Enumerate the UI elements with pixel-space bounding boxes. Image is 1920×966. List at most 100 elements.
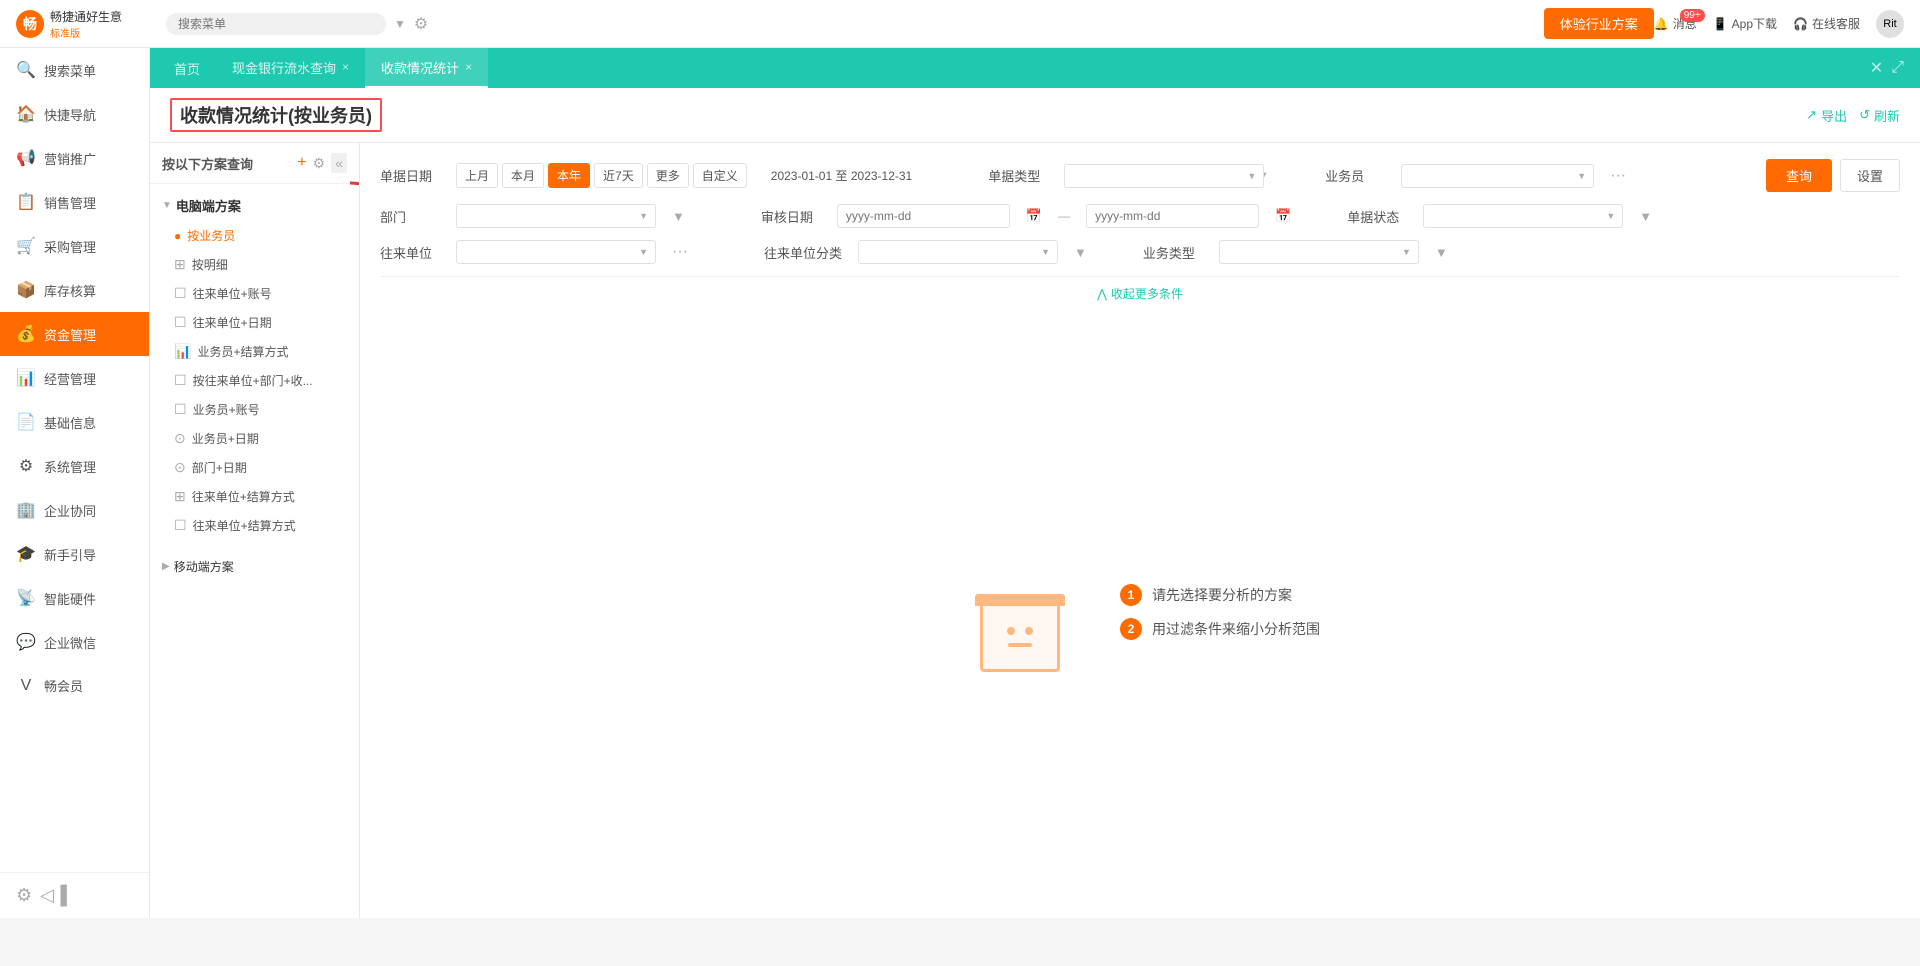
audit-date-to[interactable] — [1086, 204, 1259, 228]
header-right: 🔔 消息 99+ 📱 App下载 🎧 在线客服 Rit — [1654, 10, 1904, 38]
filter-buttons: 查询 设置 — [1766, 159, 1900, 192]
sidebar-item-system[interactable]: ⚙ 系统管理 — [0, 444, 149, 488]
basic-info-icon: 📄 — [16, 412, 36, 432]
page-title-bar: 收款情况统计(按业务员) ↗ 导出 ↺ 刷新 — [150, 88, 1920, 143]
sidebar-item-member[interactable]: V 畅会员 — [0, 664, 149, 707]
audit-date-from[interactable] — [837, 204, 1010, 228]
phone-icon: 📱 — [1713, 17, 1728, 31]
date-btn-7days[interactable]: 近7天 — [594, 163, 643, 188]
scheme-item-partner-settle2[interactable]: ☐ 往来单位+结算方式 — [150, 511, 359, 540]
partner-more-icon[interactable]: ··· — [672, 243, 688, 261]
sidebar-item-label: 快捷导航 — [44, 105, 96, 124]
dept-input[interactable] — [456, 204, 656, 228]
sidebar-item-iot[interactable]: 📡 智能硬件 — [0, 576, 149, 620]
salesperson-select-wrapper — [1401, 164, 1594, 188]
sidebar-item-enterprise[interactable]: 🏢 企业协同 — [0, 488, 149, 532]
dept-label: 部门 — [380, 207, 440, 226]
collapse-scheme-icon[interactable]: « — [331, 153, 347, 173]
sidebar-item-search-menu[interactable]: 🔍 搜索菜单 — [0, 48, 149, 92]
filter-collapse-button[interactable]: ⋀ 收起更多条件 — [380, 276, 1900, 310]
audit-date-to-icon[interactable]: 📅 — [1275, 208, 1291, 224]
dropdown-arrow-icon[interactable]: ▼ — [394, 17, 406, 31]
collapse-sidebar-icon[interactable]: ◁▐ — [40, 885, 67, 906]
partner-category-label: 往来单位分类 — [764, 243, 842, 262]
close-all-icon[interactable]: ✕ — [1870, 58, 1883, 78]
sidebar-item-purchase[interactable]: 🛒 采购管理 — [0, 224, 149, 268]
trial-button[interactable]: 体验行业方案 — [1544, 8, 1654, 39]
search-input[interactable] — [166, 13, 386, 35]
maximize-icon[interactable]: ⤢ — [1891, 59, 1904, 77]
scheme-group-desktop-title[interactable]: ▼ 电脑端方案 — [150, 190, 359, 221]
member-icon: V — [16, 677, 36, 695]
scheme-settings-icon[interactable]: ⚙ — [313, 155, 326, 172]
sidebar-item-finance[interactable]: 💰 资金管理 — [0, 312, 149, 356]
partner-settle2-icon: ☐ — [174, 517, 187, 534]
doc-status-input[interactable] — [1423, 204, 1623, 228]
business-type-dropdown-icon: ▼ — [1435, 245, 1448, 260]
scheme-item-partner-dept[interactable]: ☐ 按往来单位+部门+收... — [150, 366, 359, 395]
sidebar-item-sales[interactable]: 📋 销售管理 — [0, 180, 149, 224]
settings-icon[interactable]: ⚙ — [414, 14, 428, 34]
sidebar-item-inventory[interactable]: 📦 库存核算 — [0, 268, 149, 312]
salesperson-input[interactable] — [1401, 164, 1594, 188]
partner-label: 往来单位 — [380, 243, 440, 262]
setting-button[interactable]: 设置 — [1840, 159, 1900, 192]
export-button[interactable]: ↗ 导出 — [1806, 106, 1847, 125]
online-service-button[interactable]: 🎧 在线客服 — [1793, 15, 1860, 32]
scheme-group-desktop: ▼ 电脑端方案 ● 按业务员 ⊞ 按明细 ☐ 往 — [150, 184, 359, 546]
doc-type-select[interactable] — [1064, 164, 1264, 188]
user-avatar[interactable]: Rit — [1876, 10, 1904, 38]
scheme-item-partner-date[interactable]: ☐ 往来单位+日期 — [150, 308, 359, 337]
tab-collection[interactable]: 收款情况统计 × — [365, 48, 488, 88]
notification-button[interactable]: 🔔 消息 99+ — [1654, 15, 1697, 32]
tab-home[interactable]: 首页 — [158, 48, 216, 88]
scheme-item-by-detail[interactable]: ⊞ 按明细 — [150, 250, 359, 279]
app-download-button[interactable]: 📱 App下载 — [1713, 15, 1777, 32]
refresh-icon: ↺ — [1859, 107, 1870, 123]
partner-category-input[interactable] — [858, 240, 1058, 264]
sidebar-item-marketing[interactable]: 📢 营销推广 — [0, 136, 149, 180]
sidebar-item-wechat[interactable]: 💬 企业微信 — [0, 620, 149, 664]
tab-bank-flow[interactable]: 现金银行流水查询 × — [216, 48, 365, 88]
step-num-2: 2 — [1120, 618, 1142, 640]
sidebar-item-quick-nav[interactable]: 🏠 快捷导航 — [0, 92, 149, 136]
sidebar-item-operations[interactable]: 📊 经营管理 — [0, 356, 149, 400]
scheme-item-partner-settle1[interactable]: ⊞ 往来单位+结算方式 — [150, 482, 359, 511]
filter-row-date: 单据日期 上月 本月 本年 近7天 更多 自定义 2023-01-01 至 — [380, 159, 1900, 192]
scheme-item-salesperson-account[interactable]: ☐ 业务员+账号 — [150, 395, 359, 424]
settings-footer-icon[interactable]: ⚙ — [16, 885, 32, 906]
scheme-item-dept-date[interactable]: ⊙ 部门+日期 — [150, 453, 359, 482]
home-tab-label: 首页 — [174, 59, 200, 78]
audit-date-from-icon[interactable]: 📅 — [1026, 208, 1042, 224]
salesperson-more-icon[interactable]: ··· — [1610, 167, 1626, 185]
scheme-item-by-salesperson[interactable]: ● 按业务员 — [150, 221, 359, 250]
partner-input[interactable] — [456, 240, 656, 264]
tab-collection-label: 收款情况统计 — [381, 58, 459, 77]
sidebar-item-label: 营销推广 — [44, 149, 96, 168]
add-scheme-button[interactable]: + — [297, 154, 306, 172]
date-btn-last-month[interactable]: 上月 — [456, 163, 498, 188]
doc-status-select-wrapper — [1423, 204, 1623, 228]
sidebar-item-label: 畅会员 — [44, 676, 83, 695]
date-btn-this-year[interactable]: 本年 — [548, 163, 590, 188]
scheme-group-mobile-title[interactable]: ▶ 移动端方案 — [150, 552, 359, 581]
date-btn-this-month[interactable]: 本月 — [502, 163, 544, 188]
tab-close-collection[interactable]: × — [465, 60, 472, 74]
scheme-item-partner-account[interactable]: ☐ 往来单位+账号 — [150, 279, 359, 308]
sidebar-item-guide[interactable]: 🎓 新手引导 — [0, 532, 149, 576]
date-btn-custom[interactable]: 自定义 — [693, 163, 747, 188]
bell-icon: 🔔 — [1654, 17, 1669, 31]
header-search: ▼ ⚙ — [166, 13, 1544, 35]
scheme-item-salesperson-date[interactable]: ⊙ 业务员+日期 — [150, 424, 359, 453]
date-btn-more[interactable]: 更多 — [647, 163, 689, 188]
query-button[interactable]: 查询 — [1766, 159, 1832, 192]
tab-close-bank-flow[interactable]: × — [342, 60, 349, 74]
sidebar-item-label: 智能硬件 — [44, 589, 96, 608]
scheme-group-mobile: ▶ 移动端方案 — [150, 546, 359, 587]
sidebar-item-basic-info[interactable]: 📄 基础信息 — [0, 400, 149, 444]
refresh-button[interactable]: ↺ 刷新 — [1859, 106, 1900, 125]
partner-settle1-icon: ⊞ — [174, 488, 186, 505]
scheme-item-salesperson-settle[interactable]: 📊 业务员+结算方式 — [150, 337, 359, 366]
content-body: 按以下方案查询 + ⚙ « ▼ 电脑端方案 — [150, 143, 1920, 918]
business-type-input[interactable] — [1219, 240, 1419, 264]
